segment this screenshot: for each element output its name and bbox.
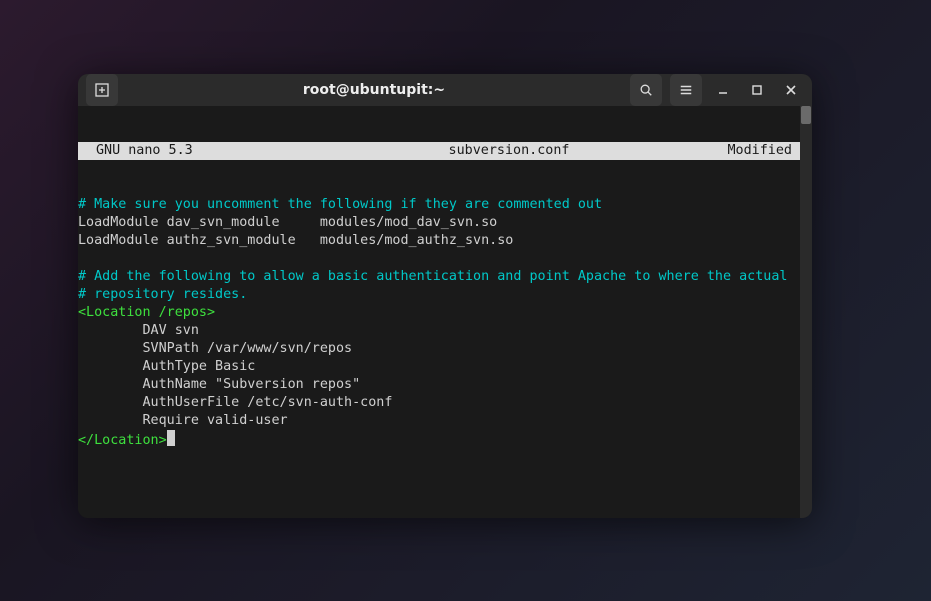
editor-line: LoadModule authz_svn_module modules/mod_… — [78, 232, 800, 250]
minimize-icon — [717, 84, 729, 96]
editor-line: AuthType Basic — [78, 358, 800, 376]
search-icon — [639, 83, 653, 97]
maximize-icon — [751, 84, 763, 96]
editor-line: <Location /repos> — [78, 304, 800, 322]
editor-line — [78, 250, 800, 268]
nano-app-name: GNU nano 5.3 — [86, 142, 336, 160]
new-tab-button[interactable] — [86, 74, 118, 106]
scrollbar-thumb[interactable] — [801, 106, 811, 124]
editor-line: AuthName "Subversion repos" — [78, 376, 800, 394]
titlebar: root@ubuntupit:~ — [78, 74, 812, 106]
search-button[interactable] — [630, 74, 662, 106]
editor-line: Require valid-user — [78, 412, 800, 430]
window-title: root@ubuntupit:~ — [120, 82, 628, 98]
close-button[interactable] — [776, 75, 806, 105]
editor-line: # Make sure you uncomment the following … — [78, 196, 800, 214]
maximize-button[interactable] — [742, 75, 772, 105]
nano-header: GNU nano 5.3 subversion.conf Modified — [78, 142, 800, 160]
new-tab-icon — [94, 82, 110, 98]
editor-line: # repository resides. — [78, 286, 800, 304]
editor-line: LoadModule dav_svn_module modules/mod_da… — [78, 214, 800, 232]
hamburger-icon — [679, 83, 693, 97]
terminal-window: root@ubuntupit:~ — [78, 74, 812, 518]
editor-blank-area — [78, 484, 800, 518]
nano-filename: subversion.conf — [336, 142, 682, 160]
cursor — [167, 430, 175, 446]
editor-line: SVNPath /var/www/svn/repos — [78, 340, 800, 358]
nano-status: Modified — [682, 142, 792, 160]
close-icon — [785, 84, 797, 96]
editor-line: AuthUserFile /etc/svn-auth-conf — [78, 394, 800, 412]
editor-line: </Location> — [78, 430, 800, 448]
terminal-body[interactable]: GNU nano 5.3 subversion.conf Modified # … — [78, 106, 800, 518]
editor-line: DAV svn — [78, 322, 800, 340]
window-controls — [628, 74, 806, 106]
editor-content[interactable]: # Make sure you uncomment the following … — [78, 196, 800, 448]
scrollbar[interactable] — [800, 106, 812, 518]
minimize-button[interactable] — [708, 75, 738, 105]
menu-button[interactable] — [670, 74, 702, 106]
editor-line: # Add the following to allow a basic aut… — [78, 268, 800, 286]
